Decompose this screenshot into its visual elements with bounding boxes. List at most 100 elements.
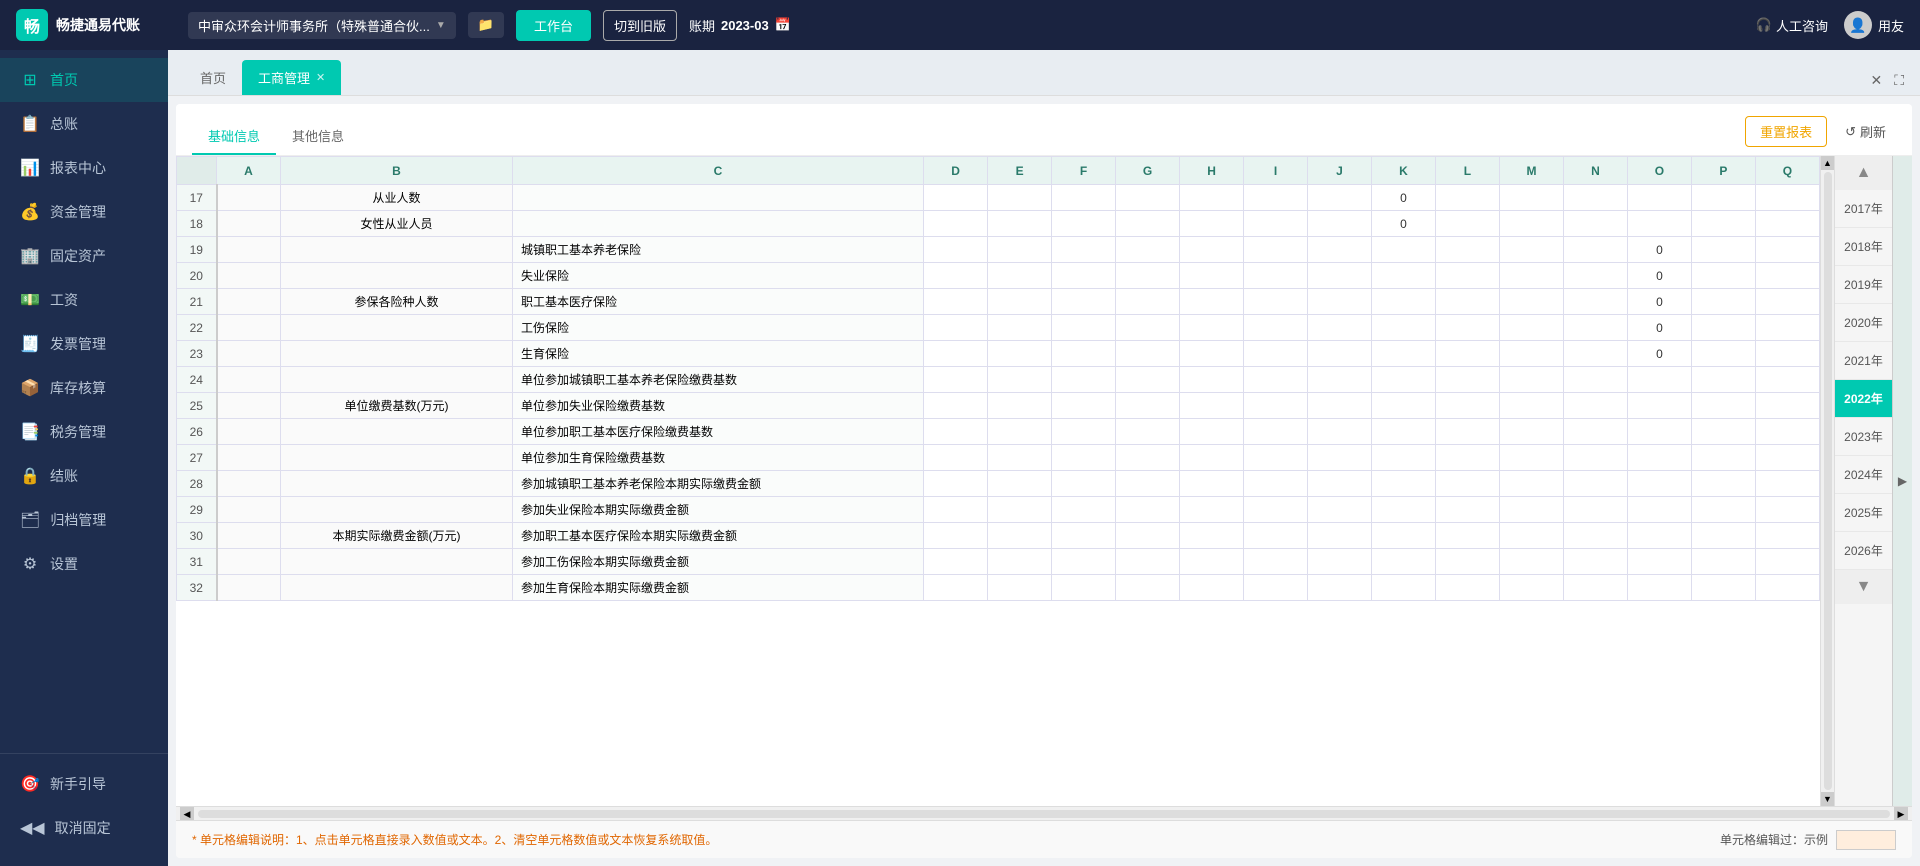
cell-32-M[interactable]	[1499, 575, 1563, 601]
cell-27-H[interactable]	[1180, 445, 1244, 471]
cell-24-N[interactable]	[1563, 367, 1627, 393]
cell-24-H[interactable]	[1180, 367, 1244, 393]
cell-30-E[interactable]	[988, 523, 1052, 549]
cell-18-H[interactable]	[1180, 211, 1244, 237]
cell-24-L[interactable]	[1435, 367, 1499, 393]
year-item-2018[interactable]: 2018年	[1835, 228, 1892, 266]
cell-25-A[interactable]	[217, 393, 281, 419]
cell-27-A[interactable]	[217, 445, 281, 471]
year-item-2026[interactable]: 2026年	[1835, 532, 1892, 570]
cell-26-P[interactable]	[1691, 419, 1755, 445]
cell-21-A[interactable]	[217, 289, 281, 315]
year-item-2023[interactable]: 2023年	[1835, 418, 1892, 456]
cell-23-P[interactable]	[1691, 341, 1755, 367]
cell-20-O[interactable]: 0	[1627, 263, 1691, 289]
cell-22-H[interactable]	[1180, 315, 1244, 341]
cell-17-H[interactable]	[1180, 185, 1244, 211]
cell-31-E[interactable]	[988, 549, 1052, 575]
cell-30-I[interactable]	[1244, 523, 1308, 549]
cell-26-N[interactable]	[1563, 419, 1627, 445]
cell-20-E[interactable]	[988, 263, 1052, 289]
hscroll-area[interactable]: ◀ ▶	[176, 806, 1912, 820]
cell-20-M[interactable]	[1499, 263, 1563, 289]
cell-31-I[interactable]	[1244, 549, 1308, 575]
cell-17-B[interactable]: 从业人数	[280, 185, 512, 211]
side-collapse-btn[interactable]: ▶	[1892, 156, 1912, 806]
cell-19-M[interactable]	[1499, 237, 1563, 263]
cell-27-P[interactable]	[1691, 445, 1755, 471]
tab-close-icon[interactable]: ✕	[316, 71, 325, 84]
cell-23-O[interactable]: 0	[1627, 341, 1691, 367]
sub-tab-basic[interactable]: 基础信息	[192, 118, 276, 155]
year-scroll-up-btn[interactable]: ▲	[1835, 156, 1892, 190]
cell-31-M[interactable]	[1499, 549, 1563, 575]
cell-18-N[interactable]	[1563, 211, 1627, 237]
cell-29-A[interactable]	[217, 497, 281, 523]
cell-32-K[interactable]	[1371, 575, 1435, 601]
cell-18-B[interactable]: 女性从业人员	[280, 211, 512, 237]
cell-18-K[interactable]: 0	[1371, 211, 1435, 237]
cell-32-B[interactable]	[280, 575, 512, 601]
cell-30-B[interactable]: 本期实际缴费金额(万元)	[280, 523, 512, 549]
cell-17-I[interactable]	[1244, 185, 1308, 211]
cell-21-J[interactable]	[1308, 289, 1372, 315]
cell-20-I[interactable]	[1244, 263, 1308, 289]
cell-19-D[interactable]	[924, 237, 988, 263]
cell-25-C[interactable]: 单位参加失业保险缴费基数	[512, 393, 923, 419]
cell-25-K[interactable]	[1371, 393, 1435, 419]
sidebar-item-inventory[interactable]: 📦 库存核算	[0, 366, 168, 410]
sidebar-item-tax[interactable]: 📑 税务管理	[0, 410, 168, 454]
cell-28-F[interactable]	[1052, 471, 1116, 497]
switch-version-btn[interactable]: 切到旧版	[603, 10, 677, 41]
cell-28-Q[interactable]	[1755, 471, 1819, 497]
cell-23-G[interactable]	[1116, 341, 1180, 367]
cell-30-Q[interactable]	[1755, 523, 1819, 549]
cell-23-E[interactable]	[988, 341, 1052, 367]
cell-31-N[interactable]	[1563, 549, 1627, 575]
cell-18-P[interactable]	[1691, 211, 1755, 237]
cell-18-E[interactable]	[988, 211, 1052, 237]
year-scroll-down-btn[interactable]: ▼	[1835, 570, 1892, 604]
cell-27-Q[interactable]	[1755, 445, 1819, 471]
cell-20-G[interactable]	[1116, 263, 1180, 289]
cell-30-K[interactable]	[1371, 523, 1435, 549]
cell-32-I[interactable]	[1244, 575, 1308, 601]
cell-29-F[interactable]	[1052, 497, 1116, 523]
cell-29-E[interactable]	[988, 497, 1052, 523]
cell-28-B[interactable]	[280, 471, 512, 497]
cell-30-F[interactable]	[1052, 523, 1116, 549]
sidebar-item-asset[interactable]: 🏢 固定资产	[0, 234, 168, 278]
hscroll-left-btn[interactable]: ◀	[180, 807, 194, 821]
cell-28-E[interactable]	[988, 471, 1052, 497]
cell-32-J[interactable]	[1308, 575, 1372, 601]
cell-24-M[interactable]	[1499, 367, 1563, 393]
cell-27-E[interactable]	[988, 445, 1052, 471]
cell-21-H[interactable]	[1180, 289, 1244, 315]
cell-25-I[interactable]	[1244, 393, 1308, 419]
year-item-2024[interactable]: 2024年	[1835, 456, 1892, 494]
cell-19-I[interactable]	[1244, 237, 1308, 263]
cell-28-C[interactable]: 参加城镇职工基本养老保险本期实际缴费金额	[512, 471, 923, 497]
close-window-icon[interactable]: ✕	[1870, 72, 1882, 89]
cell-31-K[interactable]	[1371, 549, 1435, 575]
sidebar-item-capital[interactable]: 💰 资金管理	[0, 190, 168, 234]
cell-23-J[interactable]	[1308, 341, 1372, 367]
cell-22-J[interactable]	[1308, 315, 1372, 341]
cell-19-P[interactable]	[1691, 237, 1755, 263]
cell-32-C[interactable]: 参加生育保险本期实际缴费金额	[512, 575, 923, 601]
cell-25-H[interactable]	[1180, 393, 1244, 419]
cell-21-C[interactable]: 职工基本医疗保险	[512, 289, 923, 315]
cell-23-D[interactable]	[924, 341, 988, 367]
cell-20-B[interactable]	[280, 263, 512, 289]
cell-19-J[interactable]	[1308, 237, 1372, 263]
cell-27-I[interactable]	[1244, 445, 1308, 471]
cell-27-C[interactable]: 单位参加生育保险缴费基数	[512, 445, 923, 471]
cell-25-O[interactable]	[1627, 393, 1691, 419]
cell-22-K[interactable]	[1371, 315, 1435, 341]
cell-25-L[interactable]	[1435, 393, 1499, 419]
cell-19-L[interactable]	[1435, 237, 1499, 263]
cell-26-K[interactable]	[1371, 419, 1435, 445]
cell-22-P[interactable]	[1691, 315, 1755, 341]
cell-29-P[interactable]	[1691, 497, 1755, 523]
cell-22-L[interactable]	[1435, 315, 1499, 341]
